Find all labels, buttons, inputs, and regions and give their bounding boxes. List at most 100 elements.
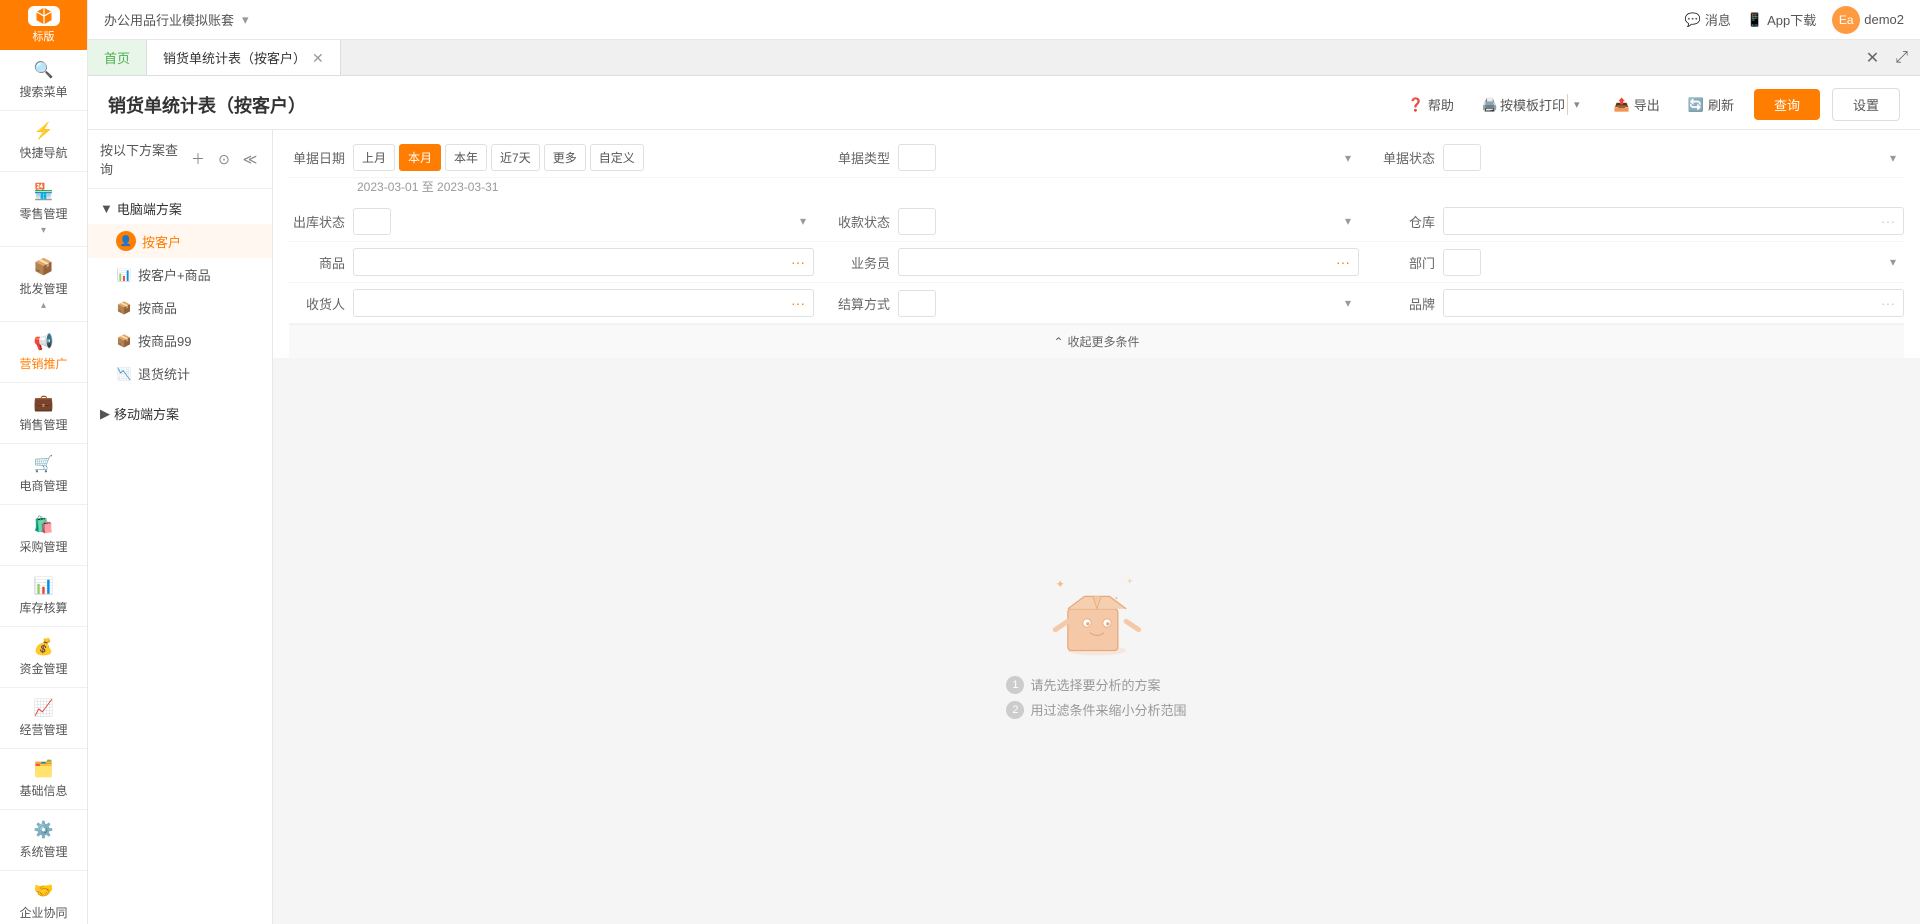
salesman-dots: ···	[1336, 254, 1350, 270]
app-logo[interactable]: 标版	[0, 0, 87, 50]
order-status-label: 单据状态	[1379, 148, 1435, 167]
sidebar-item-ecommerce[interactable]: 🛒 电商管理	[0, 444, 87, 505]
scheme-panel-header: 按以下方案查询 ＋ ⊙ ≪	[88, 130, 272, 189]
sidebar-item-sales[interactable]: 💼 销售管理	[0, 383, 87, 444]
system-icon: ⚙️	[34, 820, 54, 840]
empty-tips: 1 请先选择要分析的方案 2 用过滤条件来缩小分析范围	[1006, 675, 1186, 719]
brand-input[interactable]: ···	[1443, 289, 1904, 317]
box2-icon: 📦	[116, 333, 132, 349]
sidebar-item-enterprise[interactable]: 🤝 企业协同	[0, 871, 87, 924]
department-select-wrapper	[1443, 249, 1904, 276]
sidebar-item-system[interactable]: ⚙️ 系统管理	[0, 810, 87, 871]
collapse-scheme-button[interactable]: ≪	[240, 149, 260, 169]
svg-text:✦: ✦	[1055, 578, 1065, 591]
refresh-button[interactable]: 🔄 刷新	[1680, 91, 1742, 118]
warehouse-input[interactable]: ···	[1443, 207, 1904, 235]
scheme-group-desktop-label: 电脑端方案	[117, 199, 182, 218]
receiver-dots: ···	[791, 295, 805, 311]
sidebar-item-operations[interactable]: 📈 经营管理	[0, 688, 87, 749]
scheme-item-by-customer[interactable]: 👤 按客户	[88, 224, 272, 258]
settings-button[interactable]: 设置	[1832, 88, 1900, 121]
chart2-icon: 📉	[116, 366, 132, 382]
warehouse-label: 仓库	[1379, 212, 1435, 231]
page-header: 销货单统计表（按客户） ❓ 帮助 🖨️ 按模板打印 ▾ 📤 导出 🔄 刷新	[88, 76, 1920, 130]
tab-close-window-icon[interactable]: ✕	[1862, 44, 1883, 72]
chevron-down-icon[interactable]: ▾	[1567, 94, 1586, 115]
filter-cell-brand: 品牌 ···	[1379, 289, 1904, 317]
scheme-group-desktop-header[interactable]: ▼ 电脑端方案	[88, 193, 272, 224]
add-scheme-button[interactable]: ＋	[188, 149, 208, 169]
export-button[interactable]: 📤 导出	[1606, 91, 1668, 118]
tab-home[interactable]: 首页	[88, 40, 147, 75]
sidebar-item-label: 零售管理	[19, 205, 67, 222]
query-button[interactable]: 查询	[1754, 89, 1820, 120]
right-panel: 单据日期 上月 本月 本年 近7天 更多 自定义	[273, 130, 1920, 924]
sidebar-item-finance[interactable]: 💰 资金管理	[0, 627, 87, 688]
filter-cell-date: 单据日期 上月 本月 本年 近7天 更多 自定义	[289, 144, 814, 171]
filter-cell-order-type: 单据类型	[834, 144, 1359, 171]
out-status-select[interactable]	[353, 208, 391, 235]
empty-tip-1: 1 请先选择要分析的方案	[1006, 675, 1186, 694]
edit-scheme-button[interactable]: ⊙	[214, 149, 234, 169]
app-suite-title: 办公用品行业模拟账套	[104, 10, 234, 29]
scheme-item-label: 按客户+商品	[138, 265, 211, 284]
date-more-btn[interactable]: 更多	[544, 144, 586, 171]
goods-input[interactable]: ···	[353, 248, 814, 276]
sidebar-item-label: 快捷导航	[19, 144, 67, 161]
sidebar-item-label: 电商管理	[19, 477, 67, 494]
collapse-bar[interactable]: ⌃ 收起更多条件	[289, 324, 1904, 358]
chevron-down-icon[interactable]: ▾	[242, 12, 249, 28]
empty-state: ✦ ✦ ✦ 1 请先选择要分析的方案 2 用过滤条件来缩小分析范围	[273, 358, 1920, 924]
date-custom-btn[interactable]: 自定义	[590, 144, 644, 171]
scheme-item-by-customer-goods[interactable]: 📊 按客户+商品	[88, 258, 272, 291]
tab-close-icon[interactable]: ✕	[312, 51, 324, 65]
basic-icon: 🗂️	[34, 759, 54, 779]
avatar[interactable]: Ea	[1832, 6, 1860, 34]
sidebar-item-retail[interactable]: 🏪 零售管理 ▾	[0, 172, 87, 247]
message-button[interactable]: 💬 消息	[1685, 10, 1731, 29]
department-select[interactable]	[1443, 249, 1481, 276]
export-label: 导出	[1634, 95, 1660, 114]
tab-sales-stats[interactable]: 销货单统计表（按客户） ✕	[147, 40, 341, 75]
sidebar-item-inventory[interactable]: 📊 库存核算	[0, 566, 87, 627]
sidebar-item-wholesale[interactable]: 📦 批发管理 ▴	[0, 247, 87, 322]
sidebar-item-label: 批发管理	[19, 280, 67, 297]
sidebar-item-marketing[interactable]: 📢 营销推广	[0, 322, 87, 383]
scheme-group-mobile-header[interactable]: ▶ 移动端方案	[88, 398, 272, 429]
receipt-status-select[interactable]	[898, 208, 936, 235]
sidebar-item-purchase[interactable]: 🛍️ 采购管理	[0, 505, 87, 566]
sidebar-item-label: 库存核算	[19, 599, 67, 616]
settlement-select[interactable]	[898, 290, 936, 317]
ecommerce-icon: 🛒	[34, 454, 54, 474]
main-area: 办公用品行业模拟账套 ▾ 💬 消息 📱 App下载 Ea demo2 首页	[88, 0, 1920, 924]
app-download-button[interactable]: 📱 App下载	[1747, 10, 1816, 29]
page-title: 销货单统计表（按客户）	[108, 92, 306, 118]
date-this-month-btn[interactable]: 本月	[399, 144, 441, 171]
scheme-item-by-goods-99[interactable]: 📦 按商品99	[88, 324, 272, 357]
scheme-item-by-goods[interactable]: 📦 按商品	[88, 291, 272, 324]
tab-home-label: 首页	[104, 48, 130, 67]
user-profile[interactable]: Ea demo2	[1832, 6, 1904, 34]
chevron-up-icon: ▴	[41, 300, 46, 311]
tab-expand-icon[interactable]: ⤢	[1891, 45, 1912, 71]
scheme-item-returns[interactable]: 📉 退货统计	[88, 357, 272, 390]
receipt-status-label: 收款状态	[834, 212, 890, 231]
date-range-display: 2023-03-01 至 2023-03-31	[289, 178, 1904, 201]
scheme-panel-actions: ＋ ⊙ ≪	[188, 149, 260, 169]
filter-cell-warehouse: 仓库 ···	[1379, 207, 1904, 235]
sidebar-item-quicknav[interactable]: ⚡ 快捷导航	[0, 111, 87, 172]
receiver-input[interactable]: ···	[353, 289, 814, 317]
purchase-icon: 🛍️	[34, 515, 54, 535]
date-last-month-btn[interactable]: 上月	[353, 144, 395, 171]
sidebar-item-basic[interactable]: 🗂️ 基础信息	[0, 749, 87, 810]
department-label: 部门	[1379, 253, 1435, 272]
svg-text:✦: ✦	[1126, 576, 1133, 586]
print-button[interactable]: 🖨️ 按模板打印 ▾	[1474, 90, 1594, 119]
sidebar-item-search[interactable]: 🔍 搜索菜单	[0, 50, 87, 111]
date-this-year-btn[interactable]: 本年	[445, 144, 487, 171]
salesman-input[interactable]: ···	[898, 248, 1359, 276]
order-type-select[interactable]	[898, 144, 936, 171]
order-status-select[interactable]	[1443, 144, 1481, 171]
date-last-7-days-btn[interactable]: 近7天	[491, 144, 540, 171]
help-button[interactable]: ❓ 帮助	[1400, 91, 1462, 118]
